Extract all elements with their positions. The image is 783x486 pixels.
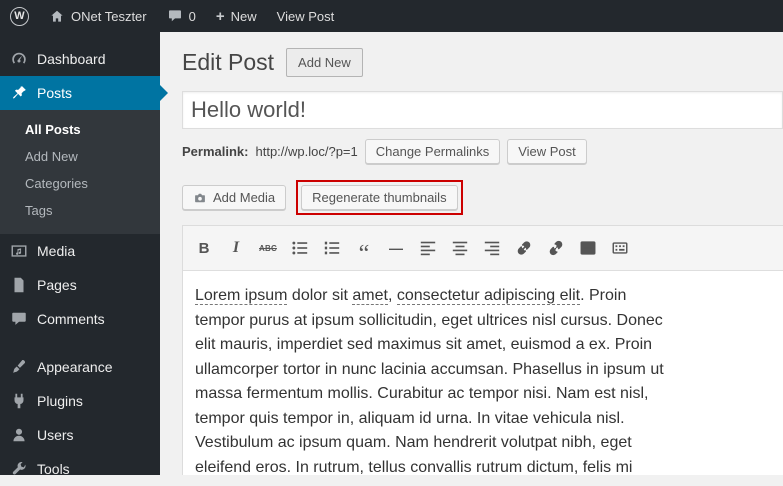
numbered-list-icon — [324, 241, 340, 255]
editor-toolbar: B I ABC “ — — [183, 226, 783, 271]
plus-icon: + — [215, 7, 225, 25]
site-name: ONet Teszter — [71, 8, 147, 24]
sidebar-item-dashboard[interactable]: Dashboard — [0, 42, 160, 76]
numbered-list-button[interactable] — [319, 236, 345, 260]
change-permalinks-button[interactable]: Change Permalinks — [364, 139, 501, 164]
align-left-icon — [420, 241, 436, 256]
horizontal-rule-button[interactable]: — — [383, 236, 409, 260]
person-icon — [13, 428, 25, 442]
admin-bar-new[interactable]: + New — [206, 0, 267, 32]
media-icon — [11, 245, 27, 257]
gauge-icon — [12, 52, 26, 64]
editor-content[interactable]: Lorem ipsum dolor sit amet, consectetur … — [183, 271, 783, 475]
annotation-highlight-box: Regenerate thumbnails — [296, 180, 463, 215]
align-left-button[interactable] — [415, 236, 441, 260]
sidebar-item-categories[interactable]: Categories — [0, 170, 160, 197]
wordpress-logo-icon: W — [10, 6, 29, 26]
toolbar-toggle-icon — [612, 242, 628, 254]
permalink-label: Permalink: — [182, 144, 249, 159]
admin-bar-comments[interactable]: 0 — [157, 0, 206, 32]
post-editor: B I ABC “ — Lorem ipsum dolor sit amet, … — [182, 225, 783, 475]
sidebar-item-tags[interactable]: Tags — [0, 197, 160, 224]
bold-button[interactable]: B — [191, 236, 217, 260]
wordpress-logo-menu[interactable]: W — [0, 0, 39, 32]
wrench-icon — [12, 461, 26, 475]
insert-link-button[interactable] — [511, 236, 537, 260]
toolbar-toggle-button[interactable] — [607, 236, 633, 260]
sidebar-item-appearance[interactable]: Appearance — [0, 350, 160, 384]
more-tag-icon — [580, 241, 596, 255]
insert-more-tag-button[interactable] — [575, 236, 601, 260]
align-center-button[interactable] — [447, 236, 473, 260]
align-center-icon — [452, 241, 468, 256]
page-title: Edit Post — [182, 48, 275, 75]
bulleted-list-button[interactable] — [287, 236, 313, 260]
sidebar-item-comments[interactable]: Comments — [0, 302, 160, 336]
post-title-input[interactable] — [182, 91, 783, 129]
menu-separator — [0, 336, 160, 350]
italic-button[interactable]: I — [223, 236, 249, 260]
page-header: Edit Post Add New — [182, 48, 783, 77]
media-buttons-row: Add Media Regenerate thumbnails — [182, 180, 783, 215]
view-post-button[interactable]: View Post — [507, 139, 587, 164]
sidebar-item-tools[interactable]: Tools — [0, 452, 160, 486]
admin-bar: W ONet Teszter 0 + New View Post — [0, 0, 783, 32]
page-icon — [14, 277, 24, 293]
sidebar-item-users[interactable]: Users — [0, 418, 160, 452]
new-label: New — [230, 8, 257, 24]
permalink-row: Permalink: http://wp.loc/?p=1 Change Per… — [182, 139, 783, 164]
site-name-menu[interactable]: ONet Teszter — [39, 0, 157, 32]
comment-bubble-icon — [12, 312, 26, 325]
posts-submenu: All Posts Add New Categories Tags — [0, 110, 160, 234]
sidebar-item-add-new[interactable]: Add New — [0, 143, 160, 170]
align-right-icon — [484, 241, 500, 256]
unlink-icon — [549, 240, 563, 256]
pushpin-icon — [12, 86, 26, 99]
sidebar-item-posts[interactable]: Posts — [0, 76, 160, 110]
camera-icon — [195, 193, 205, 202]
sidebar-item-all-posts[interactable]: All Posts — [0, 116, 160, 143]
strikethrough-button[interactable]: ABC — [255, 236, 281, 260]
editor-text: Lorem ipsum dolor sit amet, consectetur … — [195, 287, 664, 475]
bulleted-list-icon — [292, 241, 308, 255]
add-media-button[interactable]: Add Media — [182, 185, 287, 210]
comments-count: 0 — [188, 8, 196, 24]
admin-bar-view-post[interactable]: View Post — [267, 0, 345, 32]
link-icon — [517, 241, 531, 255]
comment-bubble-icon — [168, 10, 181, 22]
edit-post-screen: Edit Post Add New Permalink: http://wp.l… — [160, 32, 783, 475]
add-new-button[interactable]: Add New — [286, 48, 363, 77]
sidebar-item-plugins[interactable]: Plugins — [0, 384, 160, 418]
home-icon — [51, 10, 63, 22]
align-right-button[interactable] — [479, 236, 505, 260]
blockquote-button[interactable]: “ — [351, 230, 377, 266]
remove-link-button[interactable] — [543, 236, 569, 260]
permalink-url: http://wp.loc/?p=1 — [255, 144, 358, 159]
sidebar-item-pages[interactable]: Pages — [0, 268, 160, 302]
plugin-icon — [14, 393, 24, 409]
sidebar-item-media[interactable]: Media — [0, 234, 160, 268]
brush-icon — [13, 360, 26, 373]
admin-menu: Dashboard Posts All Posts Add New Catego… — [0, 32, 160, 477]
regenerate-thumbnails-button[interactable]: Regenerate thumbnails — [301, 185, 458, 210]
